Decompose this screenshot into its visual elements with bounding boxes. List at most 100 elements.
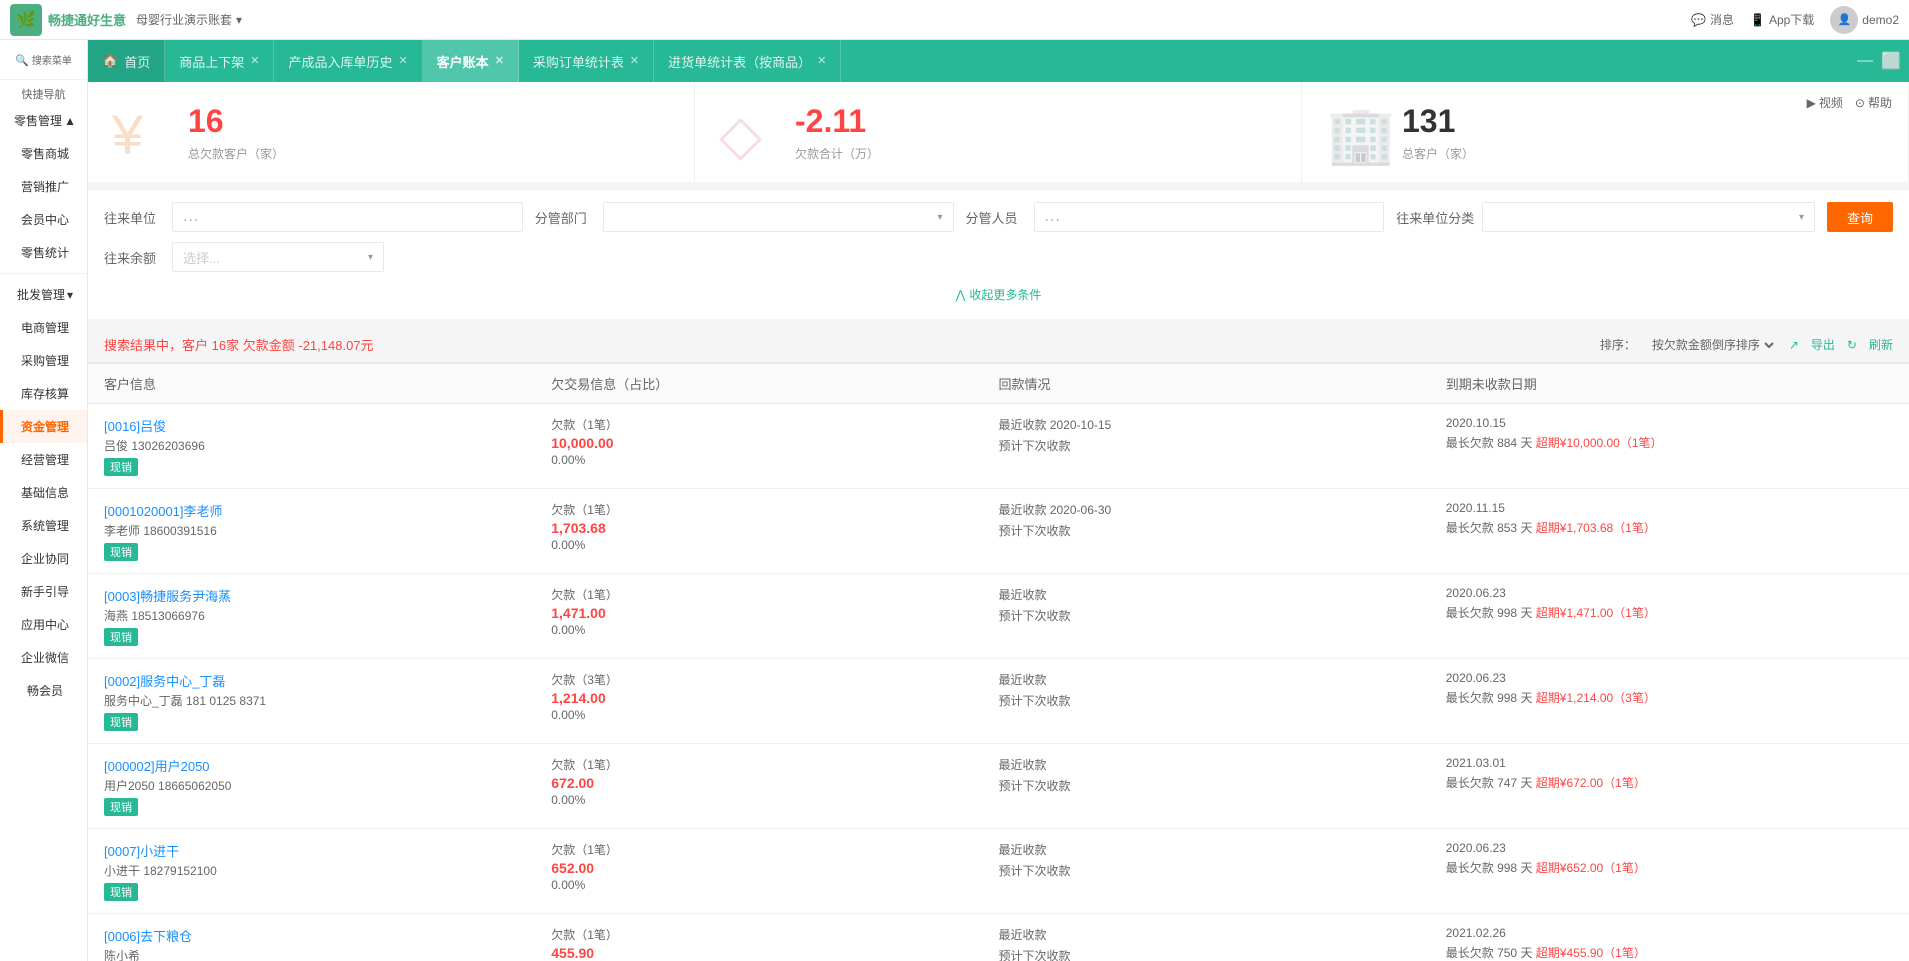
overdue-link-1[interactable]: 超期¥1,703.68（1笔） bbox=[1536, 521, 1656, 535]
customer-name-1[interactable]: [0001020001]李老师 bbox=[104, 501, 551, 520]
tab-instock-stats[interactable]: 进货单统计表（按商品） ✕ bbox=[654, 40, 841, 82]
overdue-link-5[interactable]: 超期¥652.00（1笔） bbox=[1536, 861, 1646, 875]
table-row: [0003]畅捷服务尹海蒸 海燕 18513066976 现销 欠款（1笔） 1… bbox=[88, 574, 1909, 659]
source-unit-input[interactable]: ... bbox=[172, 202, 523, 232]
overdue-link-4[interactable]: 超期¥672.00（1笔） bbox=[1536, 776, 1646, 790]
customer-info-1: [0001020001]李老师 李老师 18600391516 现销 bbox=[104, 501, 551, 561]
search-menu-button[interactable]: 🔍 搜索菜单 bbox=[8, 48, 79, 71]
customer-name-0[interactable]: [0016]吕俊 bbox=[104, 416, 551, 435]
debt-info-4: 欠款（1笔） 672.00 0.00% bbox=[551, 756, 998, 807]
stat-info-debt: -2.11 欠款合计（万） bbox=[795, 102, 879, 161]
customer-name-4[interactable]: [000002]用户2050 bbox=[104, 756, 551, 775]
sidebar-item-guide[interactable]: 新手引导 bbox=[0, 575, 87, 608]
table-row: [0001020001]李老师 李老师 18600391516 现销 欠款（1笔… bbox=[88, 489, 1909, 574]
sidebar: 🔍 搜索菜单 快捷导航 零售管理 ▲ 零售商城 营销推广 会员中心 bbox=[0, 40, 88, 961]
overdue-link-2[interactable]: 超期¥1,471.00（1笔） bbox=[1536, 606, 1656, 620]
tab-close-customer-account[interactable]: ✕ bbox=[495, 56, 504, 67]
sidebar-item-member[interactable]: 会员中心 bbox=[0, 203, 87, 236]
user-avatar[interactable]: 👤 demo2 bbox=[1830, 6, 1899, 34]
sidebar-item-operation[interactable]: 经营管理 bbox=[0, 443, 87, 476]
debt-count-1: 欠款（1笔） bbox=[551, 501, 998, 518]
overdue-days-0: 最长欠款 884 天 超期¥10,000.00（1笔） bbox=[1446, 434, 1893, 451]
sidebar-item-batch-mgmt[interactable]: 批发管理 ▾ bbox=[0, 278, 87, 311]
sidebar-item-retail-mgmt[interactable]: 零售管理 ▲ bbox=[0, 104, 87, 137]
sidebar-item-marketing[interactable]: 营销推广 bbox=[0, 170, 87, 203]
overdue-link-3[interactable]: 超期¥1,214.00（3笔） bbox=[1536, 691, 1656, 705]
sort-select[interactable]: 按欠款金额倒序排序 bbox=[1648, 337, 1777, 353]
manager-input[interactable]: ... bbox=[1034, 202, 1385, 232]
overdue-link-0[interactable]: 超期¥10,000.00（1笔） bbox=[1536, 436, 1663, 450]
repay-info-3: 最近收款 预计下次收款 bbox=[999, 671, 1446, 709]
customer-phone-6: 陈小希 bbox=[104, 947, 551, 961]
stat-card-total: 🏢 131 总客户（家） ▶ 视频 ⊙ 帮助 bbox=[1302, 82, 1909, 182]
repay-next-4: 预计下次收款 bbox=[999, 777, 1446, 794]
debt-percent-5: 0.00% bbox=[551, 878, 998, 892]
customer-name-2[interactable]: [0003]畅捷服务尹海蒸 bbox=[104, 586, 551, 605]
repay-info-5: 最近收款 预计下次收款 bbox=[999, 841, 1446, 879]
customer-info-5: [0007]小进干 小进干 18279152100 现销 bbox=[104, 841, 551, 901]
tabs-minimize-button[interactable]: — bbox=[1857, 52, 1873, 70]
stat-card-actions: ▶ 视频 ⊙ 帮助 bbox=[1807, 94, 1892, 111]
repay-latest-4: 最近收款 bbox=[999, 756, 1446, 773]
sidebar-item-basic-info[interactable]: 基础信息 bbox=[0, 476, 87, 509]
collapse-button[interactable]: ⋀ 收起更多条件 bbox=[104, 282, 1893, 307]
overdue-days-4: 最长欠款 747 天 超期¥672.00（1笔） bbox=[1446, 774, 1893, 791]
message-button[interactable]: 💬 消息 bbox=[1691, 11, 1734, 28]
repay-latest-5: 最近收款 bbox=[999, 841, 1446, 858]
tab-purchase-order[interactable]: 采购订单统计表 ✕ bbox=[519, 40, 654, 82]
unit-category-select[interactable]: ▾ bbox=[1482, 202, 1815, 232]
sidebar-item-system[interactable]: 系统管理 bbox=[0, 509, 87, 542]
tab-product-off[interactable]: 商品上下架 ✕ bbox=[165, 40, 274, 82]
header-overdue: 到期未收款日期 bbox=[1446, 374, 1893, 393]
sidebar-item-app-center[interactable]: 应用中心 bbox=[0, 608, 87, 641]
video-link[interactable]: ▶ 视频 bbox=[1807, 94, 1843, 111]
top-bar: 🌿 畅捷通好生意 母婴行业演示账套 ▾ 💬 消息 📱 App下载 👤 bbox=[0, 0, 1909, 40]
tab-close-instock-stats[interactable]: ✕ bbox=[817, 56, 826, 67]
debt-info-5: 欠款（1笔） 652.00 0.00% bbox=[551, 841, 998, 892]
dept-select[interactable]: ▾ bbox=[603, 202, 954, 232]
sidebar-item-retail-mall[interactable]: 零售商城 bbox=[0, 137, 87, 170]
tab-close-product-off[interactable]: ✕ bbox=[250, 56, 259, 67]
debt-amount-1: 1,703.68 bbox=[551, 520, 998, 536]
manager-dots: ... bbox=[1045, 208, 1061, 226]
overdue-link-6[interactable]: 超期¥455.90（1笔） bbox=[1536, 946, 1646, 960]
sidebar-item-vip-member[interactable]: 畅会员 bbox=[0, 674, 87, 707]
sidebar-item-enterprise-wechat[interactable]: 企业微信 bbox=[0, 641, 87, 674]
tab-customer-account[interactable]: 客户账本 ✕ bbox=[423, 40, 519, 82]
refresh-button[interactable]: 刷新 bbox=[1869, 336, 1893, 353]
sidebar-item-retail-stats[interactable]: 零售统计 bbox=[0, 236, 87, 269]
industry-select[interactable]: 母婴行业演示账套 ▾ bbox=[136, 11, 242, 28]
overdue-date-1: 2020.11.15 bbox=[1446, 501, 1893, 515]
sidebar-item-inventory[interactable]: 库存核算 bbox=[0, 377, 87, 410]
tab-product-history[interactable]: 产成品入库单历史 ✕ bbox=[274, 40, 422, 82]
export-button[interactable]: 导出 bbox=[1811, 336, 1835, 353]
sidebar-item-ecommerce[interactable]: 电商管理 bbox=[0, 311, 87, 344]
table-row: [0016]吕俊 吕俊 13026203696 现销 欠款（1笔） 10,000… bbox=[88, 404, 1909, 489]
filter-source-unit-label: 往来单位 bbox=[104, 208, 164, 227]
balance-select[interactable]: 选择... ▾ bbox=[172, 242, 384, 272]
tab-close-purchase-order[interactable]: ✕ bbox=[630, 56, 639, 67]
sidebar-divider-1 bbox=[0, 273, 87, 274]
header-debt: 欠交易信息（占比） bbox=[551, 374, 998, 393]
refresh-icon: ↻ bbox=[1847, 338, 1857, 352]
customer-name-3[interactable]: [0002]服务中心_丁磊 bbox=[104, 671, 551, 690]
customer-name-5[interactable]: [0007]小进干 bbox=[104, 841, 551, 860]
repay-latest-2: 最近收款 bbox=[999, 586, 1446, 603]
tab-close-product-history[interactable]: ✕ bbox=[398, 56, 407, 67]
sidebar-item-finance[interactable]: 资金管理 bbox=[0, 410, 87, 443]
tab-home[interactable]: 🏠 首页 bbox=[88, 40, 165, 82]
sidebar-item-purchase[interactable]: 采购管理 bbox=[0, 344, 87, 377]
customer-phone-2: 海燕 18513066976 bbox=[104, 607, 551, 624]
sidebar-item-enterprise-collab[interactable]: 企业协同 bbox=[0, 542, 87, 575]
help-link[interactable]: ⊙ 帮助 bbox=[1855, 94, 1892, 111]
tabs-maximize-button[interactable]: ⬜ bbox=[1881, 51, 1901, 71]
customer-phone-4: 用户2050 18665062050 bbox=[104, 777, 551, 794]
search-button[interactable]: 查询 bbox=[1827, 202, 1893, 232]
app-download-button[interactable]: 📱 App下载 bbox=[1750, 11, 1814, 28]
overdue-date-5: 2020.06.23 bbox=[1446, 841, 1893, 855]
sidebar-quick-nav[interactable]: 快捷导航 bbox=[0, 80, 87, 104]
customer-name-6[interactable]: [0006]去下粮仓 bbox=[104, 926, 551, 945]
customer-phone-0: 吕俊 13026203696 bbox=[104, 437, 551, 454]
results-info: 搜索结果中，客户 16家 欠款金额 -21,148.07元 bbox=[104, 335, 374, 354]
overdue-days-1: 最长欠款 853 天 超期¥1,703.68（1笔） bbox=[1446, 519, 1893, 536]
